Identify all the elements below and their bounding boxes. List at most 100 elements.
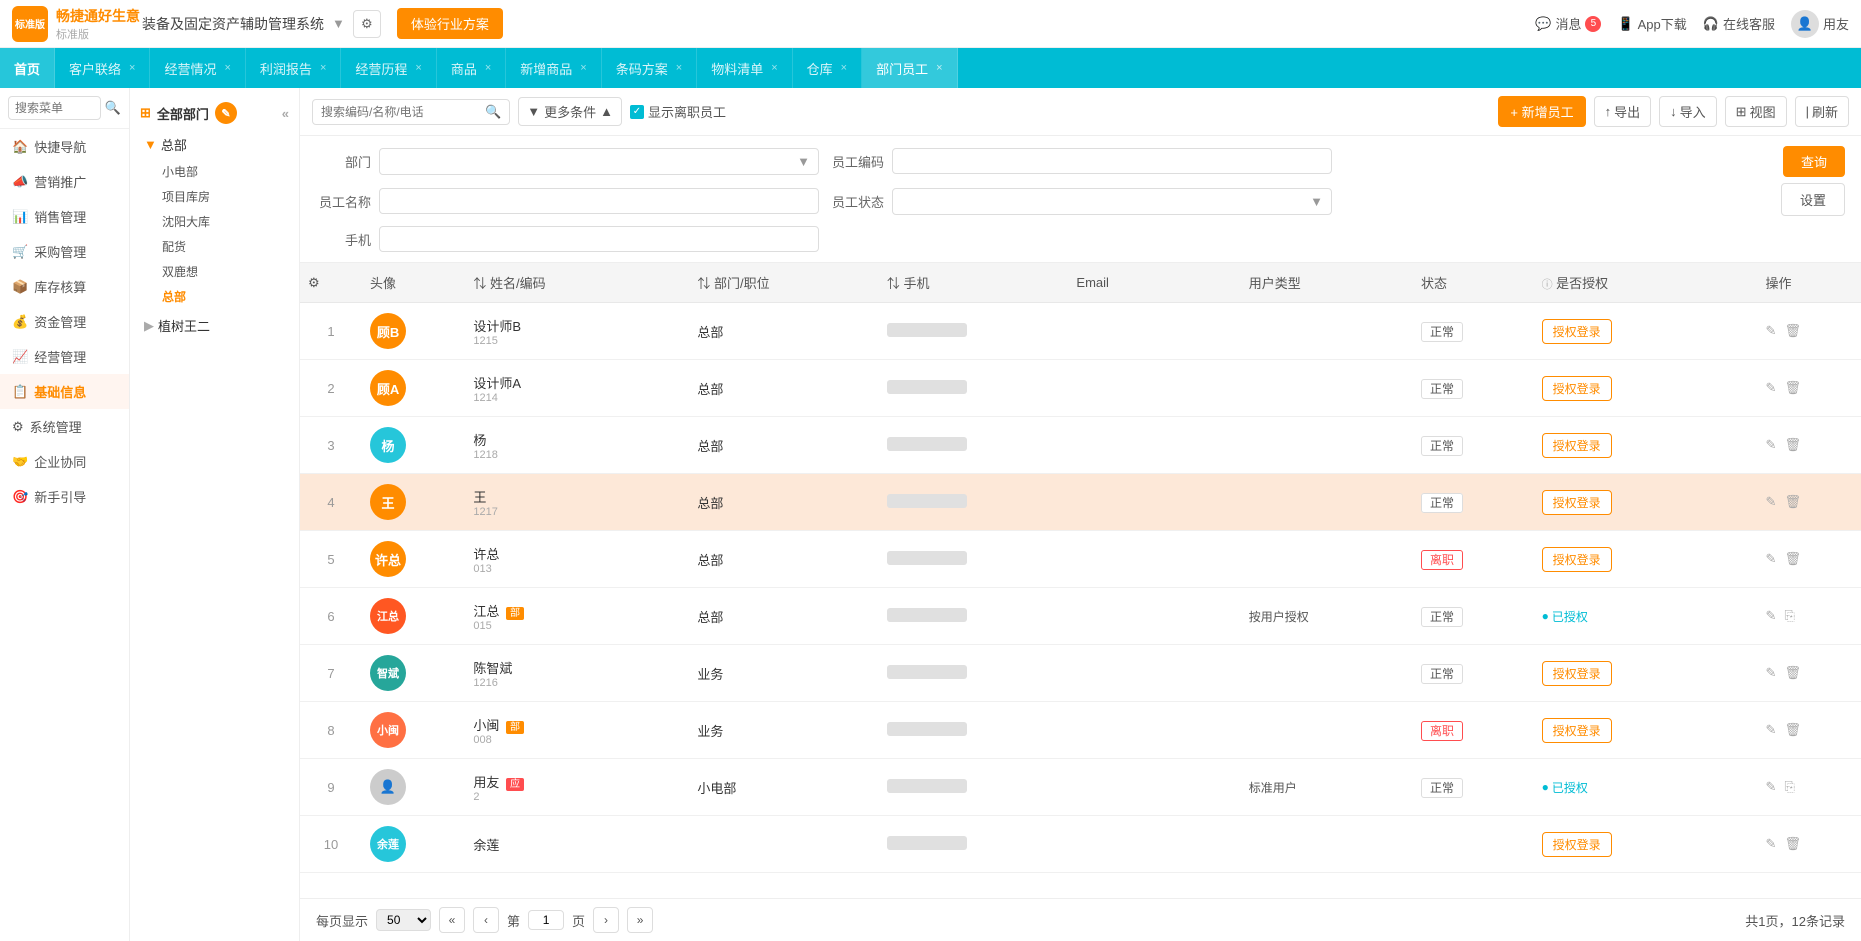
tab-operation[interactable]: 经营情况 ×: [150, 48, 245, 88]
sidebar-item-inventory[interactable]: 📦 库存核算: [0, 269, 129, 304]
auth-login-btn[interactable]: 授权登录: [1542, 547, 1612, 572]
sidebar-item-purchase[interactable]: 🛒 采购管理: [0, 234, 129, 269]
sidebar-item-basic[interactable]: 📋 基础信息: [0, 374, 129, 409]
row-usertype: [1241, 645, 1413, 702]
auth-login-btn[interactable]: 授权登录: [1542, 490, 1612, 515]
edit-icon[interactable]: ✎: [1766, 551, 1777, 567]
edit-icon[interactable]: ✎: [1766, 608, 1777, 624]
empcode-filter-input[interactable]: [892, 148, 1332, 174]
phone-filter-input[interactable]: [379, 226, 819, 252]
next-page-btn[interactable]: ›: [593, 907, 619, 933]
tab-warehouse[interactable]: 仓库 ×: [793, 48, 862, 88]
auth-login-btn[interactable]: 授权登录: [1542, 433, 1612, 458]
dept-child-shuanglu[interactable]: 双鹿想: [134, 259, 295, 284]
tab-history[interactable]: 经营历程 ×: [341, 48, 436, 88]
show-resigned-checkbox[interactable]: ✓: [630, 105, 644, 119]
more-btn[interactable]: | 刷新: [1795, 96, 1849, 127]
settings-button[interactable]: ⚙: [353, 10, 381, 38]
auth-login-btn[interactable]: 授权登录: [1542, 376, 1612, 401]
sidebar-item-system[interactable]: ⚙ 系统管理: [0, 409, 129, 444]
delete-icon[interactable]: 🗑: [1784, 380, 1801, 396]
edit-icon[interactable]: ✎: [1766, 722, 1777, 738]
edit-icon[interactable]: ✎: [1766, 665, 1777, 681]
show-resigned-toggle[interactable]: ✓ 显示离职员工: [630, 102, 726, 121]
dept-child-project[interactable]: 项目库房: [134, 184, 295, 209]
sidebar-search-input[interactable]: [8, 96, 101, 120]
edit-icon[interactable]: ✎: [1766, 779, 1777, 795]
sidebar-item-management[interactable]: 📈 经营管理: [0, 339, 129, 374]
dept-group-title-tree[interactable]: ▶ 植树王二: [134, 311, 295, 340]
row-auth: 授权登录: [1534, 303, 1758, 360]
col-name-header[interactable]: ⇅ 姓名/编码: [465, 263, 689, 303]
edit-icon[interactable]: ✎: [1766, 494, 1777, 510]
last-page-btn[interactable]: »: [627, 907, 653, 933]
sidebar-item-marketing[interactable]: 📣 营销推广: [0, 164, 129, 199]
online-service-btn[interactable]: 🎧 在线客服: [1703, 14, 1775, 33]
auth-login-btn[interactable]: 授权登录: [1542, 319, 1612, 344]
delete-icon[interactable]: 🗑: [1784, 836, 1801, 852]
edit-icon[interactable]: ✎: [1766, 323, 1777, 339]
copy-icon[interactable]: ⎘: [1784, 608, 1794, 624]
tab-home[interactable]: 首页: [0, 48, 55, 88]
delete-icon[interactable]: 🗑: [1784, 323, 1801, 339]
dept-group-title-hq[interactable]: ▼ 总部: [134, 130, 295, 159]
filter-search-input[interactable]: [321, 105, 481, 119]
delete-icon[interactable]: 🗑: [1784, 722, 1801, 738]
user-area[interactable]: 👤 用友: [1791, 10, 1849, 38]
delete-icon[interactable]: 🗑: [1784, 437, 1801, 453]
dept-child-peihuo[interactable]: 配货: [134, 234, 295, 259]
dept-child-zongbu[interactable]: 总部: [134, 284, 295, 309]
tab-material[interactable]: 物料清单 ×: [697, 48, 792, 88]
tab-new-goods[interactable]: 新增商品 ×: [506, 48, 601, 88]
export-btn[interactable]: ↑ 导出: [1594, 96, 1652, 127]
page-size-select[interactable]: 50 100 200: [376, 909, 431, 931]
first-page-btn[interactable]: «: [439, 907, 465, 933]
col-phone-header[interactable]: ⇅ 手机: [879, 263, 1069, 303]
empcode-text-input[interactable]: [901, 154, 1323, 168]
col-settings-header[interactable]: ⚙: [300, 263, 362, 303]
page-number-input[interactable]: [528, 910, 564, 930]
dept-child-xiaodian[interactable]: 小电部: [134, 159, 295, 184]
copy-icon[interactable]: ⎘: [1784, 779, 1794, 795]
phone-text-input[interactable]: [388, 232, 810, 246]
tab-department[interactable]: 部门员工 ×: [862, 48, 957, 88]
sidebar-item-guide[interactable]: 🎯 新手引导: [0, 479, 129, 514]
edit-icon[interactable]: ✎: [1766, 437, 1777, 453]
message-btn[interactable]: 💬 消息 5: [1535, 14, 1601, 33]
add-employee-btn[interactable]: + 新增员工: [1498, 96, 1585, 127]
tab-goods[interactable]: 商品 ×: [437, 48, 506, 88]
prev-page-btn[interactable]: ‹: [473, 907, 499, 933]
dept-edit-btn[interactable]: ✎: [215, 102, 237, 124]
dept-child-shenyang[interactable]: 沈阳大库: [134, 209, 295, 234]
row-auth: 授权登录: [1534, 417, 1758, 474]
experience-btn[interactable]: 体验行业方案: [397, 8, 503, 39]
more-conditions-btn[interactable]: ▼ 更多条件 ▲: [518, 97, 622, 126]
dept-collapse-btn[interactable]: «: [282, 106, 289, 121]
sidebar-item-finance[interactable]: 💰 资金管理: [0, 304, 129, 339]
empname-filter-input[interactable]: [379, 188, 819, 214]
auth-login-btn[interactable]: 授权登录: [1542, 832, 1612, 857]
sidebar-item-quicknav[interactable]: 🏠 快捷导航: [0, 129, 129, 164]
col-dept-header[interactable]: ⇅ 部门/职位: [689, 263, 879, 303]
query-btn[interactable]: 查询: [1783, 146, 1845, 177]
import-btn[interactable]: ↓ 导入: [1659, 96, 1717, 127]
view-btn[interactable]: ⊞ 视图: [1725, 96, 1787, 127]
sidebar-item-sales[interactable]: 📊 销售管理: [0, 199, 129, 234]
delete-icon[interactable]: 🗑: [1784, 551, 1801, 567]
tab-customer[interactable]: 客户联络 ×: [55, 48, 150, 88]
empstatus-filter-select[interactable]: ▼: [892, 188, 1332, 215]
auth-login-btn[interactable]: 授权登录: [1542, 718, 1612, 743]
app-download-btn[interactable]: 📱 App下载: [1617, 14, 1686, 33]
edit-icon[interactable]: ✎: [1766, 836, 1777, 852]
set-btn[interactable]: 设置: [1781, 183, 1845, 216]
tab-profit[interactable]: 利润报告 ×: [246, 48, 341, 88]
auth-login-btn[interactable]: 授权登录: [1542, 661, 1612, 686]
delete-icon[interactable]: 🗑: [1784, 665, 1801, 681]
title-dropdown-arrow[interactable]: ▼: [332, 16, 345, 31]
delete-icon[interactable]: 🗑: [1784, 494, 1801, 510]
edit-icon[interactable]: ✎: [1766, 380, 1777, 396]
empname-text-input[interactable]: [388, 194, 810, 208]
sidebar-item-collab[interactable]: 🤝 企业协同: [0, 444, 129, 479]
dept-filter-select[interactable]: ▼: [379, 148, 819, 175]
tab-barcode[interactable]: 条码方案 ×: [602, 48, 697, 88]
